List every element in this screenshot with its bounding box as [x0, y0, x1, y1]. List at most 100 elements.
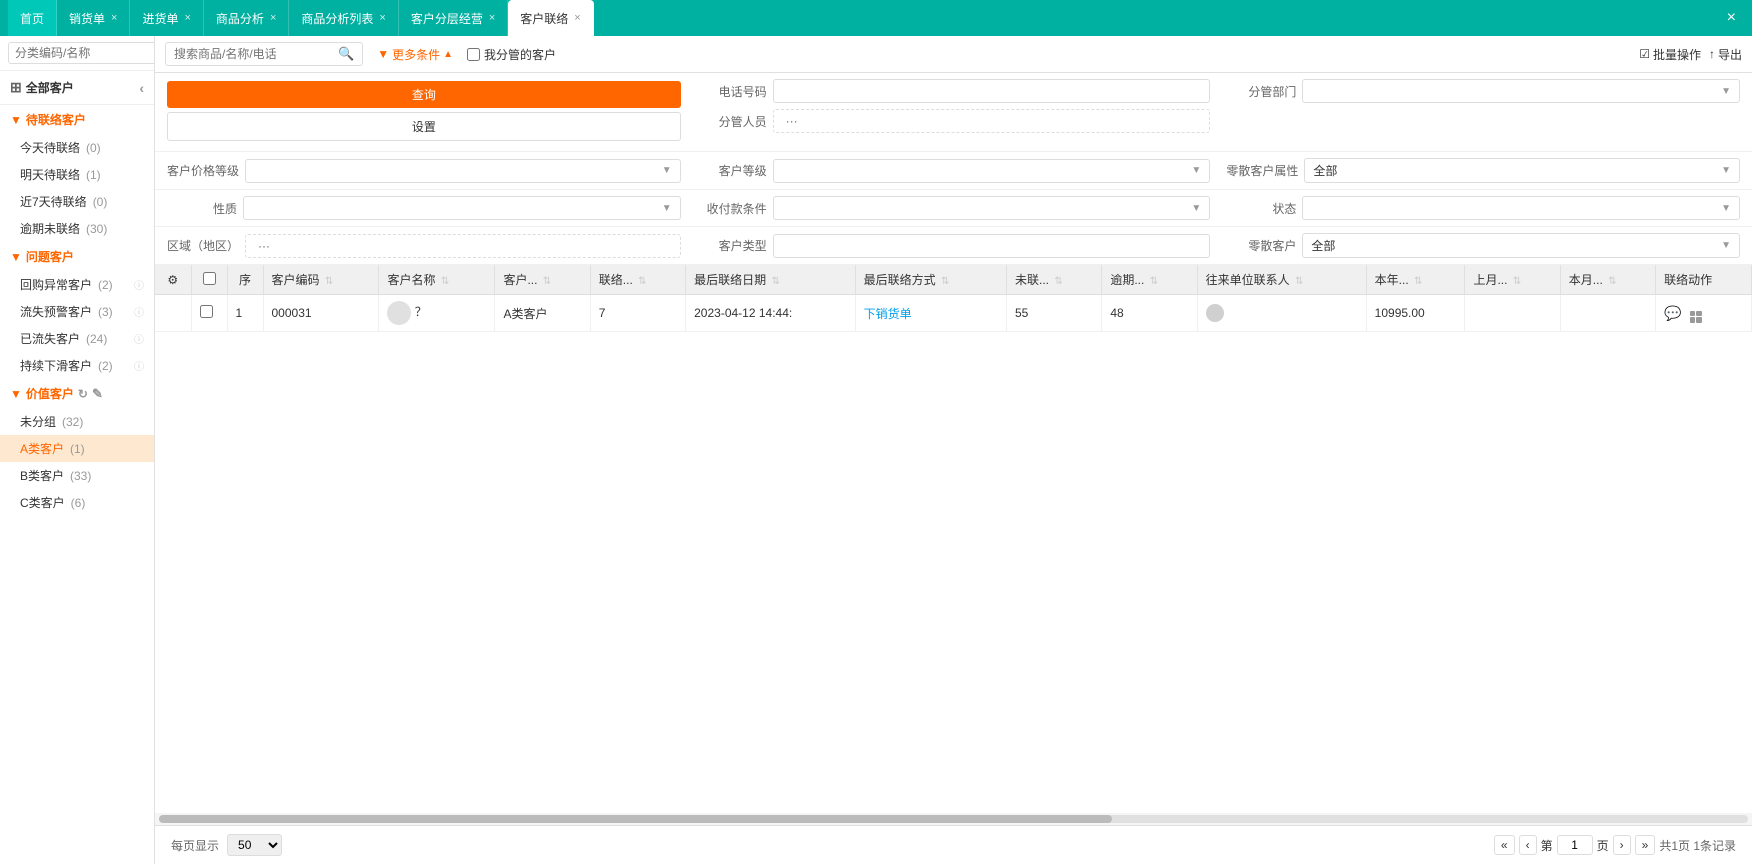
my-customers-checkbox[interactable] — [467, 48, 480, 61]
filter-region: 区域（地区） ··· — [167, 233, 681, 258]
tab-customer-contact-close[interactable]: × — [574, 12, 580, 24]
th-checkbox[interactable] — [191, 265, 227, 295]
sidebar-search-input[interactable] — [8, 42, 155, 64]
sidebar-item-churn-warning[interactable]: 流失预警客户(3) ⓘ — [0, 298, 154, 325]
edit-icon[interactable]: ✎ — [92, 386, 103, 402]
horizontal-scrollbar[interactable] — [155, 813, 1752, 825]
sidebar-item-b-class[interactable]: B类客户(33) — [0, 462, 154, 489]
tab-customer-contact[interactable]: 客户联络 × — [508, 0, 593, 36]
window-close-button[interactable]: × — [1719, 5, 1744, 31]
filter-manager-input[interactable]: ··· — [773, 109, 1211, 133]
select-all-checkbox[interactable] — [203, 272, 216, 285]
prev-page-btn[interactable]: ‹ — [1519, 835, 1537, 855]
sidebar-item-overdue[interactable]: 逾期未联络(30) — [0, 215, 154, 242]
main-layout: 🔍 ⊞ 全部客户 ‹ ▼ 待联络客户 今天待联络(0) 明天待联络(1) 近7天… — [0, 36, 1752, 864]
sidebar-item-a-class[interactable]: A类客户(1) — [0, 435, 154, 462]
chat-icon[interactable]: 💬 — [1664, 305, 1681, 322]
tab-purchase[interactable]: 进货单 × — [130, 0, 203, 36]
filter-status-select[interactable]: ▼ — [1302, 196, 1740, 220]
th-last-contact-date[interactable]: 最后联络日期 ⇅ — [686, 265, 856, 295]
th-customer-type-col[interactable]: 客户... ⇅ — [495, 265, 590, 295]
page-label: 第 — [1541, 837, 1553, 854]
filter-price-grade-select[interactable]: ▼ — [245, 159, 681, 183]
td-last-method[interactable]: 下销货单 — [855, 295, 1006, 332]
first-page-btn[interactable]: « — [1494, 835, 1515, 855]
tab-purchase-close[interactable]: × — [184, 12, 190, 24]
more-conditions-btn[interactable]: ▼ 更多条件 ▲ — [371, 46, 459, 63]
sidebar-item-c-class[interactable]: C类客户(6) — [0, 489, 154, 516]
tab-goods-analysis[interactable]: 商品分析 × — [204, 0, 289, 36]
page-input[interactable] — [1557, 835, 1593, 855]
sidebar-item-7days[interactable]: 近7天待联络(0) — [0, 188, 154, 215]
tab-goods-analysis-list-close[interactable]: × — [379, 12, 385, 24]
filter-dept-select[interactable]: ▼ — [1302, 79, 1740, 103]
tab-customer-tier[interactable]: 客户分层经营 × — [399, 0, 508, 36]
last-method-link[interactable]: 下销货单 — [864, 307, 912, 321]
tab-home[interactable]: 首页 — [8, 0, 57, 36]
sort-icon: ⇅ — [325, 276, 333, 287]
filter-phone-input[interactable] — [773, 79, 1211, 103]
th-customer-name[interactable]: 客户名称 ⇅ — [379, 265, 495, 295]
batch-op-btn[interactable]: ☑ 批量操作 — [1639, 46, 1701, 63]
tab-sales-close[interactable]: × — [111, 12, 117, 24]
filter-row2: 客户价格等级 ▼ 客户等级 ▼ — [155, 152, 1752, 190]
sidebar-item-churned[interactable]: 已流失客户(24) ⓘ — [0, 325, 154, 352]
sort-icon: ⇅ — [1295, 276, 1303, 287]
filter-nature: 性质 ▼ — [167, 196, 681, 220]
th-customer-code[interactable]: 客户编码 ⇅ — [263, 265, 379, 295]
sidebar-item-unclassified[interactable]: 未分组(32) — [0, 408, 154, 435]
settings-btn[interactable]: 设置 — [167, 112, 681, 141]
tab-goods-analysis-list[interactable]: 商品分析列表 × — [289, 0, 398, 36]
sidebar-section-pending[interactable]: ▼ 待联络客户 — [0, 105, 154, 134]
sidebar-item-today[interactable]: 今天待联络(0) — [0, 134, 154, 161]
top-nav: 首页 销货单 × 进货单 × 商品分析 × 商品分析列表 × 客户分层经营 × … — [0, 0, 1752, 36]
filter-region-input[interactable]: ··· — [245, 234, 681, 258]
sidebar-section-problem[interactable]: ▼ 问题客户 — [0, 242, 154, 271]
tab-goods-analysis-close[interactable]: × — [270, 12, 276, 24]
sort-icon: ⇅ — [1054, 276, 1062, 287]
sidebar-item-repurchase-abnormal[interactable]: 回购异常客户(2) ⓘ — [0, 271, 154, 298]
filter-nature-select[interactable]: ▼ — [243, 196, 681, 220]
th-company-contact[interactable]: 往来单位联系人 ⇅ — [1197, 265, 1366, 295]
tab-customer-tier-label: 客户分层经营 — [411, 10, 483, 27]
next-page-btn[interactable]: › — [1613, 835, 1631, 855]
per-page-label: 每页显示 — [171, 837, 219, 854]
table-container: ⚙ 序 客户编码 ⇅ 客户名称 ⇅ 客户... ⇅ 联络... ⇅ 最后联络日期… — [155, 265, 1752, 813]
th-last-month[interactable]: 上月... ⇅ — [1465, 265, 1560, 295]
sidebar-item-declining[interactable]: 持续下滑客户(2) ⓘ — [0, 352, 154, 379]
search-icon[interactable]: 🔍 — [338, 46, 354, 62]
export-btn[interactable]: ↑ 导出 — [1709, 46, 1742, 63]
filter-customer-grade-select[interactable]: ▼ — [773, 159, 1211, 183]
th-gear[interactable]: ⚙ — [155, 265, 191, 295]
filter-scatter-select[interactable]: 全部 ▼ — [1302, 233, 1740, 258]
sidebar-item-tomorrow[interactable]: 明天待联络(1) — [0, 161, 154, 188]
filter-status-label: 状态 — [1226, 200, 1296, 217]
sort-icon: ⇅ — [1414, 276, 1422, 287]
filter-payment-select[interactable]: ▼ — [773, 196, 1211, 220]
search-input[interactable] — [174, 47, 334, 61]
sidebar-section-value[interactable]: ▼ 价值客户 ↻ ✎ — [0, 379, 154, 408]
td-checkbox[interactable] — [191, 295, 227, 332]
th-this-month[interactable]: 本月... ⇅ — [1560, 265, 1655, 295]
th-contact-count[interactable]: 联络... ⇅ — [590, 265, 685, 295]
sidebar-all-customers[interactable]: ⊞ 全部客户 ‹ — [0, 71, 154, 105]
row-checkbox[interactable] — [200, 305, 213, 318]
tab-sales[interactable]: 销货单 × — [57, 0, 130, 36]
scrollbar-thumb[interactable] — [159, 815, 1112, 823]
th-overdue[interactable]: 逾期... ⇅ — [1102, 265, 1197, 295]
tab-customer-tier-close[interactable]: × — [489, 12, 495, 24]
tab-home-label: 首页 — [20, 10, 44, 27]
action-cell: 💬 — [1664, 303, 1743, 323]
refresh-icon[interactable]: ↻ — [78, 387, 88, 401]
last-page-btn[interactable]: » — [1635, 835, 1656, 855]
th-not-contacted[interactable]: 未联... ⇅ — [1006, 265, 1101, 295]
my-customers-filter[interactable]: 我分管的客户 — [467, 46, 556, 63]
grid-action-icon[interactable] — [1690, 303, 1702, 323]
more-caret: ▲ — [443, 49, 453, 60]
th-this-year[interactable]: 本年... ⇅ — [1366, 265, 1465, 295]
filter-scatter-attr-select[interactable]: 全部 ▼ — [1304, 158, 1740, 183]
per-page-select[interactable]: 20 50 100 200 — [227, 834, 282, 856]
filter-customer-type-input[interactable] — [773, 234, 1211, 258]
th-last-contact-method[interactable]: 最后联络方式 ⇅ — [855, 265, 1006, 295]
query-btn[interactable]: 查询 — [167, 81, 681, 108]
